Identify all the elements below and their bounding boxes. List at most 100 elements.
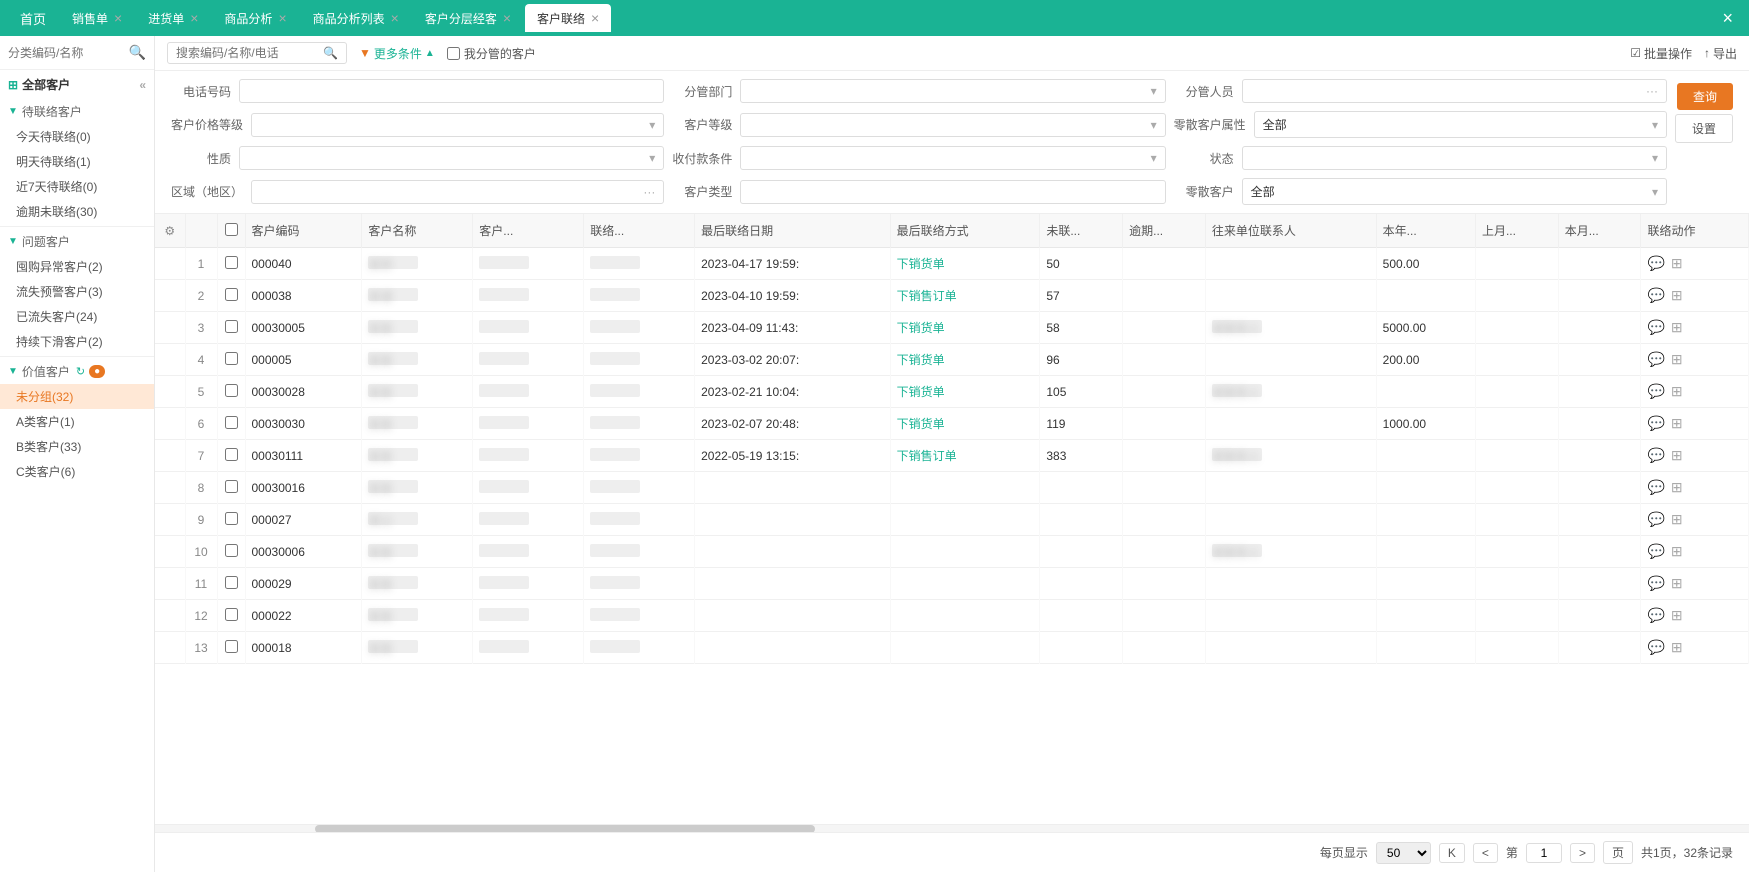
select-nature[interactable]: ▾ [239,146,664,170]
select-all-checkbox[interactable] [225,223,238,236]
chat-icon[interactable]: 💬 [1647,575,1664,592]
row-select-checkbox[interactable] [225,320,238,333]
query-button[interactable]: 查询 [1677,83,1733,110]
grid-action-icon[interactable]: ⊞ [1671,287,1683,304]
row-select-checkbox[interactable] [225,256,238,269]
input-phone[interactable] [239,79,664,103]
row-select-checkbox[interactable] [225,576,238,589]
row-last-contact-method[interactable]: 下销售订单 [890,440,1040,472]
contact-method-link[interactable]: 下销货单 [897,257,945,271]
contact-method-link[interactable]: 下销售订单 [897,289,957,303]
section-pending-contact[interactable]: ▼ 待联络客户 [0,99,154,124]
grid-action-icon[interactable]: ⊞ [1671,351,1683,368]
col-checkbox[interactable] [217,214,245,248]
col-type[interactable]: 客户... [473,214,584,248]
grid-action-icon[interactable]: ⊞ [1671,255,1683,272]
close-product-analysis-tab[interactable]: × [278,10,286,26]
contact-method-link[interactable]: 下销货单 [897,353,945,367]
row-last-contact-method[interactable] [890,600,1040,632]
all-customers-header[interactable]: ⊞ 全部客户 « [0,70,154,99]
close-all-button[interactable]: × [1714,8,1741,29]
chat-icon[interactable]: 💬 [1647,479,1664,496]
sidebar-item-declining[interactable]: 持续下滑客户(2) [0,329,154,354]
col-contact[interactable]: 联络... [584,214,695,248]
row-checkbox[interactable] [217,280,245,312]
chat-icon[interactable]: 💬 [1647,447,1664,464]
close-customer-contact-tab[interactable]: × [591,10,599,26]
contact-method-link[interactable]: 下销货单 [897,385,945,399]
col-code[interactable]: 客户编码 [245,214,362,248]
grid-action-icon[interactable]: ⊞ [1671,383,1683,400]
row-last-contact-method[interactable]: 下销售订单 [890,280,1040,312]
contact-method-link[interactable]: 下销售订单 [897,449,957,463]
select-retail-attr[interactable]: 全部 ▾ [1254,111,1667,138]
col-company-contact[interactable]: 往来单位联系人 [1205,214,1376,248]
chat-icon[interactable]: 💬 [1647,415,1664,432]
tab-customer-segment[interactable]: 客户分层经客 × [413,4,523,32]
close-purchase-tab[interactable]: × [190,10,198,26]
filter-search-input[interactable] [176,46,319,60]
grid-action-icon[interactable]: ⊞ [1671,511,1683,528]
sidebar-item-churn-warning[interactable]: 流失预警客户(3) [0,279,154,304]
row-checkbox[interactable] [217,344,245,376]
col-this-month[interactable]: 本月... [1558,214,1641,248]
col-this-year[interactable]: 本年... [1376,214,1475,248]
sidebar-item-churned[interactable]: 已流失客户(24) [0,304,154,329]
close-product-analysis-list-tab[interactable]: × [391,10,399,26]
tab-purchase[interactable]: 进货单 × [136,4,210,32]
row-checkbox[interactable] [217,504,245,536]
sidebar-search-input[interactable] [8,46,125,60]
chat-icon[interactable]: 💬 [1647,351,1664,368]
row-last-contact-method[interactable]: 下销货单 [890,376,1040,408]
grid-action-icon[interactable]: ⊞ [1671,575,1683,592]
chat-icon[interactable]: 💬 [1647,255,1664,272]
sidebar-item-overdue[interactable]: 逾期未联络(30) [0,199,154,224]
row-select-checkbox[interactable] [225,640,238,653]
first-page-button[interactable]: K [1439,843,1465,863]
col-last-contact-method[interactable]: 最后联络方式 [890,214,1040,248]
sidebar-item-a-class[interactable]: A类客户(1) [0,409,154,434]
grid-action-icon[interactable]: ⊞ [1671,543,1683,560]
grid-action-icon[interactable]: ⊞ [1671,319,1683,336]
filter-search-icon[interactable]: 🔍 [323,46,338,60]
page-size-select[interactable]: 50 20 100 [1376,842,1431,864]
tab-customer-contact[interactable]: 客户联络 × [525,4,611,32]
nav-home[interactable]: 首页 [8,9,58,28]
section-value-customers[interactable]: ▼ 价值客户 ↻ ● [0,359,154,384]
row-last-contact-method[interactable]: 下销货单 [890,344,1040,376]
row-last-contact-method[interactable]: 下销货单 [890,408,1040,440]
sidebar-item-unclassified[interactable]: 未分组(32) [0,384,154,409]
row-checkbox[interactable] [217,408,245,440]
row-select-checkbox[interactable] [225,480,238,493]
chat-icon[interactable]: 💬 [1647,287,1664,304]
input-customer-type[interactable] [740,180,1165,204]
col-last-month[interactable]: 上月... [1475,214,1558,248]
close-customer-segment-tab[interactable]: × [503,10,511,26]
contact-method-link[interactable]: 下销货单 [897,321,945,335]
select-region[interactable]: ··· [251,180,664,204]
row-checkbox[interactable] [217,312,245,344]
row-checkbox[interactable] [217,248,245,280]
page-number-input[interactable] [1526,843,1562,863]
contact-method-link[interactable]: 下销货单 [897,417,945,431]
row-select-checkbox[interactable] [225,352,238,365]
select-price-level[interactable]: ▾ [251,113,664,137]
sidebar-item-today[interactable]: 今天待联络(0) [0,124,154,149]
chat-icon[interactable]: 💬 [1647,511,1664,528]
col-last-contact-date[interactable]: 最后联络日期 [695,214,891,248]
row-last-contact-method[interactable]: 下销货单 [890,312,1040,344]
row-checkbox[interactable] [217,376,245,408]
col-name[interactable]: 客户名称 [362,214,473,248]
last-page-button[interactable]: 页 [1603,841,1633,864]
chat-icon[interactable]: 💬 [1647,319,1664,336]
chat-icon[interactable]: 💬 [1647,383,1664,400]
row-last-contact-method[interactable] [890,632,1040,664]
sidebar-item-tomorrow[interactable]: 明天待联络(1) [0,149,154,174]
export-button[interactable]: ↑ 导出 [1704,45,1737,62]
grid-action-icon[interactable]: ⊞ [1671,479,1683,496]
row-checkbox[interactable] [217,472,245,504]
row-checkbox[interactable] [217,536,245,568]
row-checkbox[interactable] [217,632,245,664]
sidebar-search-icon[interactable]: 🔍 [129,44,146,61]
row-select-checkbox[interactable] [225,416,238,429]
